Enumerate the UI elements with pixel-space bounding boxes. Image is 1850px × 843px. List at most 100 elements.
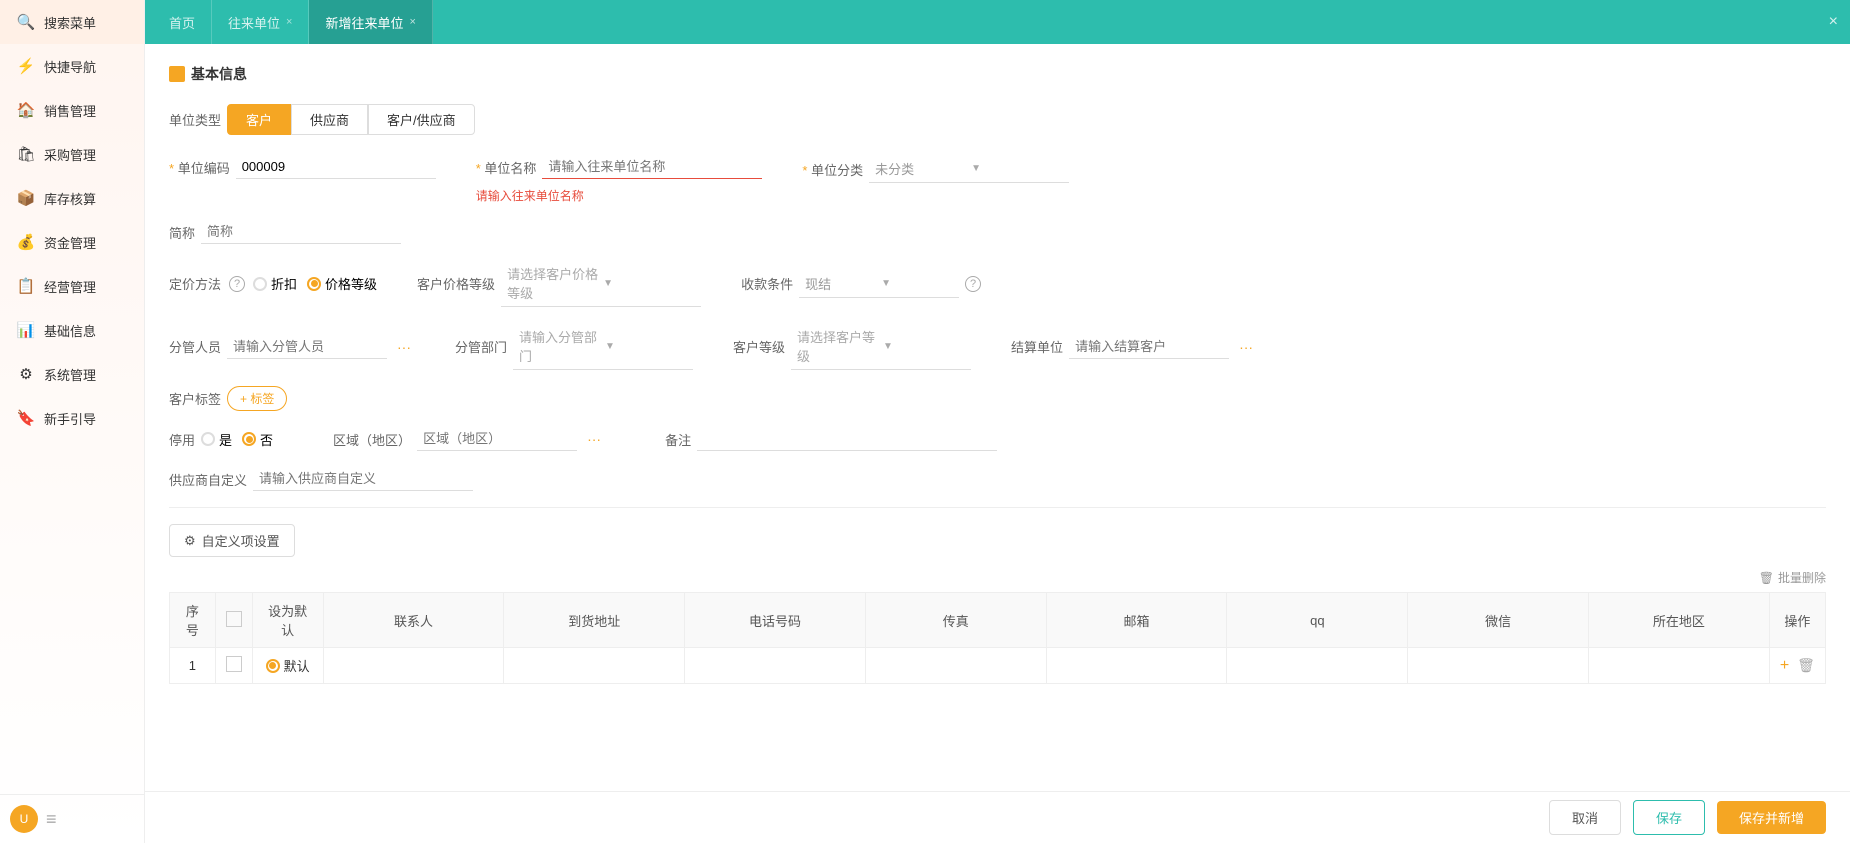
add-row-icon[interactable]: +: [1780, 657, 1789, 675]
inventory-icon: 📦: [16, 188, 36, 208]
sidebar-item-inventory[interactable]: 📦 库存核算: [0, 176, 144, 220]
region-label: 区域（地区）: [333, 430, 411, 449]
delete-row-icon[interactable]: 🗑: [1797, 657, 1815, 675]
tag-label: 客户标签: [169, 389, 221, 408]
select-all-checkbox[interactable]: [226, 611, 242, 627]
region-table-input[interactable]: [1599, 658, 1759, 673]
tab-home[interactable]: 首页: [153, 0, 212, 44]
department-select[interactable]: 请输入分管部门 ▼: [513, 323, 693, 370]
unit-btn-supplier[interactable]: 供应商: [291, 104, 368, 135]
basic-info-icon: 📊: [16, 320, 36, 340]
sidebar-item-label: 资金管理: [44, 233, 96, 252]
radio-yes[interactable]: 是: [201, 430, 232, 449]
customer-price-level-select[interactable]: 请选择客户价格等级 ▼: [501, 260, 701, 307]
avatar: U: [10, 805, 38, 833]
settings-icon: ⚙: [184, 533, 196, 549]
tab-partners[interactable]: 往来单位 ×: [212, 0, 309, 44]
footer: 取消 保存 保存并新增: [145, 791, 1850, 843]
tag-row: 客户标签 + 标签: [169, 386, 1826, 411]
radio-discount[interactable]: 折扣: [253, 274, 297, 293]
address-input[interactable]: [514, 658, 674, 673]
purchase-icon: 🛍: [16, 144, 36, 164]
sidebar-item-sales[interactable]: 🏠 销售管理: [0, 88, 144, 132]
tab-new-partner[interactable]: 新增往来单位 ×: [309, 0, 432, 44]
save-button[interactable]: 保存: [1633, 800, 1705, 835]
td-fax[interactable]: [865, 648, 1046, 684]
save-and-new-button[interactable]: 保存并新增: [1717, 801, 1826, 834]
sidebar-item-label: 系统管理: [44, 365, 96, 384]
pricing-method-field: 定价方法 ? 折扣 价格等级: [169, 274, 377, 293]
batch-delete-area: 🗑 批量删除: [169, 569, 1826, 586]
unit-btn-customer[interactable]: 客户: [227, 104, 291, 135]
tab-partners-close[interactable]: ×: [286, 16, 292, 28]
unit-type-field: 单位类型 客户 供应商 客户/供应商: [169, 104, 475, 135]
th-actions: 操作: [1769, 593, 1825, 648]
pricing-help-icon[interactable]: ?: [229, 276, 245, 292]
customer-level-select[interactable]: 请选择客户等级 ▼: [791, 323, 971, 370]
td-region[interactable]: [1589, 648, 1770, 684]
payment-terms-select[interactable]: 现结 ▼: [799, 270, 959, 298]
unit-category-select[interactable]: 未分类 ▼: [869, 155, 1069, 183]
sidebar-item-operations[interactable]: 📋 经营管理: [0, 264, 144, 308]
settlement-more-icon[interactable]: ···: [1235, 339, 1257, 355]
payment-help-icon[interactable]: ?: [965, 276, 981, 292]
unit-name-input[interactable]: [542, 155, 762, 179]
sidebar-item-basic-info[interactable]: 📊 基础信息: [0, 308, 144, 352]
radio-discount-label: 折扣: [271, 274, 297, 293]
row-checkbox[interactable]: [226, 656, 242, 672]
sidebar-item-label: 销售管理: [44, 101, 96, 120]
settlement-input[interactable]: [1069, 335, 1229, 359]
remark-input[interactable]: [697, 427, 997, 451]
sidebar-item-guide[interactable]: 🔖 新手引导: [0, 396, 144, 440]
expand-icon[interactable]: ≡: [46, 809, 57, 830]
cancel-button[interactable]: 取消: [1549, 800, 1621, 835]
unit-code-input[interactable]: [236, 155, 436, 179]
fax-input[interactable]: [876, 658, 1036, 673]
radio-no[interactable]: 否: [242, 430, 273, 449]
region-field: 区域（地区） ···: [333, 427, 605, 451]
supplier-custom-input[interactable]: [253, 467, 473, 491]
manager-more-icon[interactable]: ···: [393, 339, 415, 355]
batch-delete-button[interactable]: 🗑 批量删除: [1759, 569, 1826, 586]
td-qq[interactable]: [1227, 648, 1408, 684]
sidebar-item-quick-nav[interactable]: ⚡ 快捷导航: [0, 44, 144, 88]
td-address[interactable]: [504, 648, 685, 684]
short-name-input[interactable]: [201, 220, 401, 244]
price-level-chevron: ▼: [603, 278, 695, 289]
tab-new-partner-close[interactable]: ×: [409, 16, 415, 28]
radio-price-level[interactable]: 价格等级: [307, 274, 377, 293]
td-wechat[interactable]: [1408, 648, 1589, 684]
sidebar-item-system[interactable]: ⚙ 系统管理: [0, 352, 144, 396]
unit-btn-both[interactable]: 客户/供应商: [368, 104, 475, 135]
finance-icon: 💰: [16, 232, 36, 252]
sidebar-item-purchase[interactable]: 🛍 采购管理: [0, 132, 144, 176]
batch-delete-icon: 🗑: [1759, 571, 1774, 585]
td-contact[interactable]: [323, 648, 504, 684]
default-radio[interactable]: 默认: [263, 656, 313, 675]
td-phone[interactable]: [685, 648, 866, 684]
sidebar-item-search[interactable]: 🔍 搜索菜单: [0, 0, 144, 44]
section-title: 基本信息: [169, 64, 1826, 84]
unit-type-label: 单位类型: [169, 110, 221, 129]
region-more-icon[interactable]: ···: [583, 431, 605, 447]
th-phone: 电话号码: [685, 593, 866, 648]
th-index: 序号: [170, 593, 216, 648]
phone-input[interactable]: [695, 658, 855, 673]
region-input[interactable]: [417, 427, 577, 451]
add-tag-button[interactable]: + 标签: [227, 386, 287, 411]
unit-category-value: 未分类: [875, 159, 967, 178]
tag-field: 客户标签 + 标签: [169, 386, 287, 411]
td-email[interactable]: [1046, 648, 1227, 684]
manager-field: 分管人员 ···: [169, 335, 415, 359]
code-name-category-row: * 单位编码 * 单位名称 请输入往来单位名称 * 单位分类 未分类 ▼: [169, 155, 1826, 204]
search-icon: 🔍: [16, 12, 36, 32]
window-close-button[interactable]: ×: [1829, 13, 1838, 31]
th-address: 到货地址: [504, 593, 685, 648]
qq-input[interactable]: [1237, 658, 1397, 673]
contact-input[interactable]: [334, 658, 494, 673]
wechat-input[interactable]: [1418, 658, 1578, 673]
sidebar-item-finance[interactable]: 💰 资金管理: [0, 220, 144, 264]
manager-input[interactable]: [227, 335, 387, 359]
email-input[interactable]: [1057, 658, 1217, 673]
custom-settings-button[interactable]: ⚙ 自定义项设置: [169, 524, 295, 557]
